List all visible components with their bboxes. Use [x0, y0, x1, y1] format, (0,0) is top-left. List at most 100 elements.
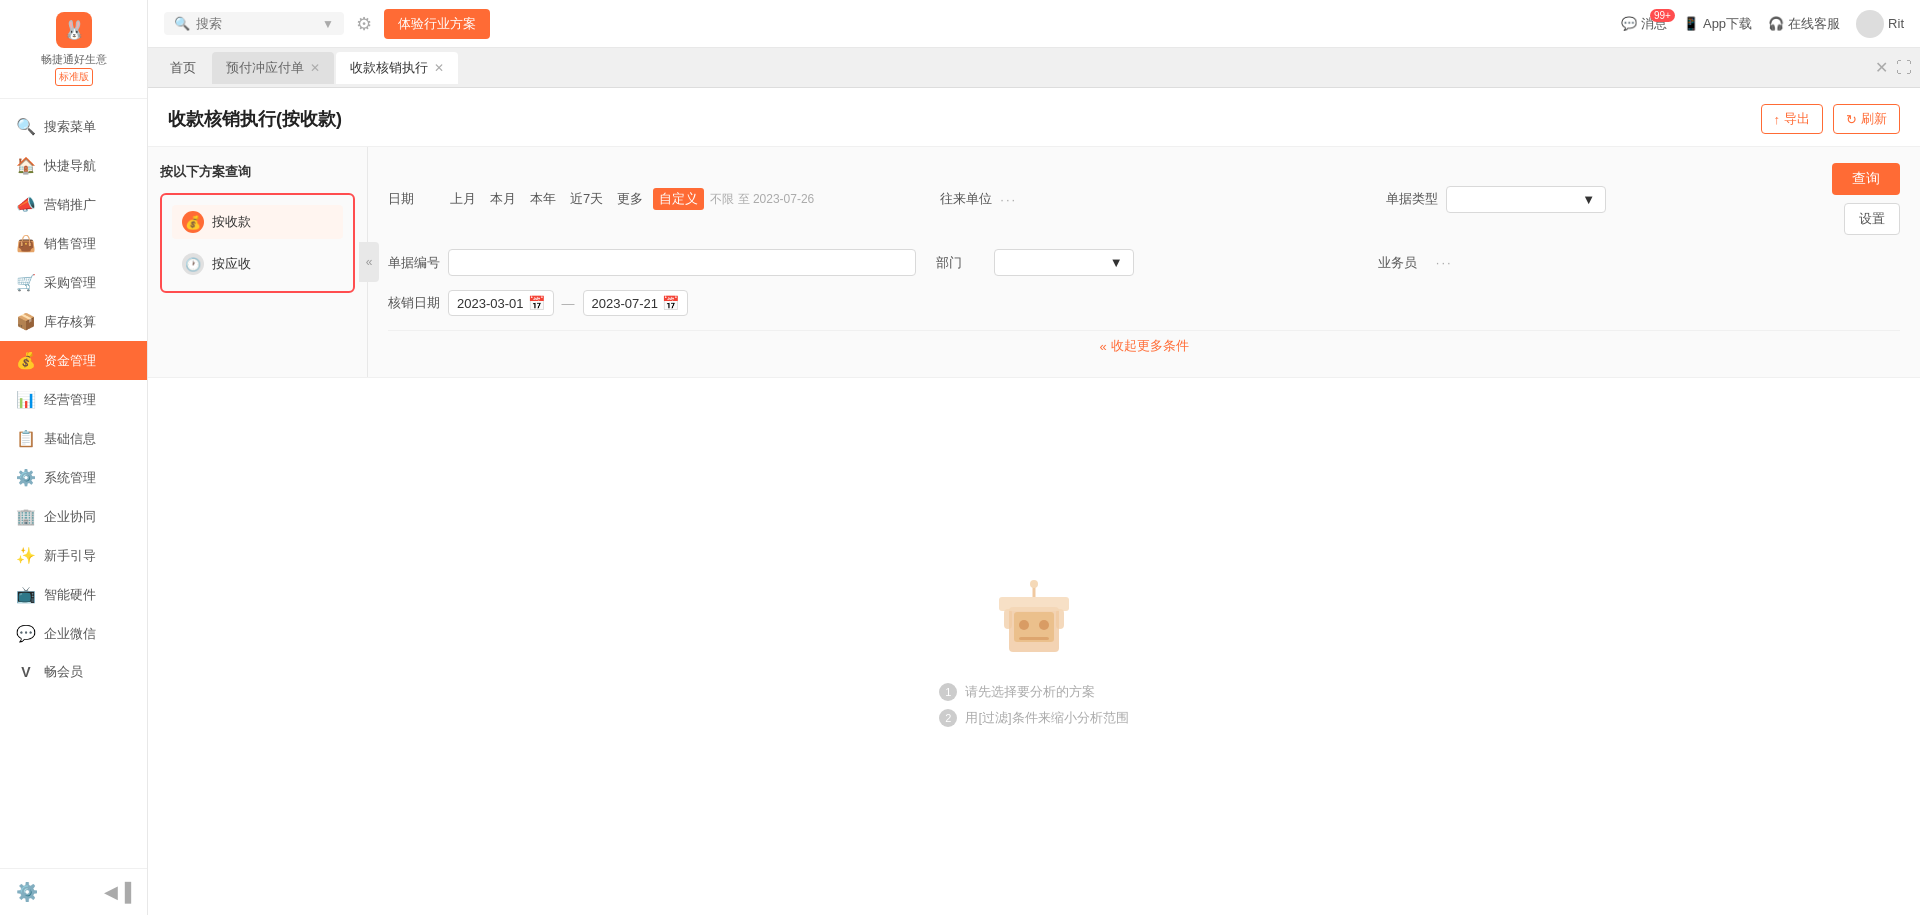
sidebar-nav: 🔍 搜索菜单 🏠 快捷导航 📣 营销推广 👜 销售管理 🛒 采购管理 📦 库存核…	[0, 99, 147, 868]
sidebar-item-guide[interactable]: ✨ 新手引导	[0, 536, 147, 575]
sidebar-item-wechat[interactable]: 💬 企业微信	[0, 614, 147, 653]
date-shortcuts: 上月 本月 本年 近7天 更多 自定义 不限 至 2023-07-26	[446, 188, 814, 210]
sidebar-item-label: 库存核算	[44, 313, 96, 331]
close-tab-btn[interactable]: ✕	[1875, 58, 1888, 77]
calendar-end-icon: 📅	[662, 295, 679, 311]
tip-num-1: 1	[939, 683, 957, 701]
collapse-sidebar-icon[interactable]: ◀▐	[104, 881, 131, 903]
sidebar-item-hardware[interactable]: 📺 智能硬件	[0, 575, 147, 614]
filter-options: 💰 按收款 🕐 按应收	[160, 193, 355, 293]
sidebar-item-label: 搜索菜单	[44, 118, 96, 136]
sidebar-item-finance[interactable]: 💰 资金管理	[0, 341, 147, 380]
sidebar-item-quick-nav[interactable]: 🏠 快捷导航	[0, 146, 147, 185]
tab-prepay[interactable]: 预付冲应付单 ✕	[212, 52, 334, 84]
collapse-more-btn[interactable]: « 收起更多条件	[388, 330, 1900, 361]
message-badge: 99+	[1650, 9, 1675, 22]
date-no-limit: 不限 至 2023-07-26	[710, 191, 814, 208]
sidebar-item-system[interactable]: ⚙️ 系统管理	[0, 458, 147, 497]
tip-text-2: 用[过滤]条件来缩小分析范围	[965, 709, 1128, 727]
logo-badge: 标准版	[55, 68, 93, 86]
doc-no-field: 单据编号	[388, 249, 916, 276]
receipt-icon: 💰	[182, 211, 204, 233]
tab-receipt-verify[interactable]: 收款核销执行 ✕	[336, 52, 458, 84]
verify-date-start-input[interactable]: 2023-03-01 📅	[448, 290, 554, 316]
date-separator: —	[562, 296, 575, 311]
sidebar-item-sales[interactable]: 👜 销售管理	[0, 224, 147, 263]
logo-text: 畅捷通好生意	[41, 52, 107, 66]
main-area: 🔍 ▼ ⚙ 体验行业方案 💬 消息 99+ 📱 App下载 🎧 在线客服 R	[148, 0, 1920, 915]
export-button[interactable]: ↑ 导出	[1761, 104, 1824, 134]
refresh-button[interactable]: ↻ 刷新	[1833, 104, 1900, 134]
chevron-up-icon: «	[1099, 339, 1106, 354]
sidebar-item-operations[interactable]: 📊 经营管理	[0, 380, 147, 419]
empty-tip-2: 2 用[过滤]条件来缩小分析范围	[939, 709, 1128, 727]
date-7days[interactable]: 近7天	[566, 188, 607, 210]
gear-icon[interactable]: ⚙	[356, 13, 372, 35]
svg-rect-6	[1056, 609, 1064, 629]
tab-prepay-label: 预付冲应付单	[226, 59, 304, 77]
empty-icon	[984, 567, 1084, 667]
receivable-icon: 🕐	[182, 253, 204, 275]
sales-icon: 👜	[16, 234, 36, 253]
query-button[interactable]: 查询	[1832, 163, 1900, 195]
filter-by-receivable[interactable]: 🕐 按应收	[172, 247, 343, 281]
sidebar-item-marketing[interactable]: 📣 营销推广	[0, 185, 147, 224]
dept-chevron-icon: ▼	[1110, 255, 1123, 270]
settings-bottom-icon[interactable]: ⚙️	[16, 881, 38, 903]
search-wrap[interactable]: 🔍 ▼	[164, 12, 344, 35]
svg-point-2	[1019, 620, 1029, 630]
app-download-btn[interactable]: 📱 App下载	[1683, 15, 1752, 33]
collapse-filter-btn[interactable]: «	[359, 242, 379, 282]
user-avatar-area[interactable]: Rit	[1856, 10, 1904, 38]
search-input[interactable]	[196, 16, 316, 31]
filter-row-3: 核销日期 2023-03-01 📅 — 2023-07-21 📅	[388, 290, 1900, 316]
dept-field: 部门 ▼	[936, 249, 1358, 276]
service-btn[interactable]: 🎧 在线客服	[1768, 15, 1840, 33]
sidebar-item-enterprise[interactable]: 🏢 企业协同	[0, 497, 147, 536]
settings-button[interactable]: 设置	[1844, 203, 1900, 235]
sidebar-item-member[interactable]: V 畅会员	[0, 653, 147, 691]
refresh-icon: ↻	[1846, 112, 1857, 127]
solution-btn[interactable]: 体验行业方案	[384, 9, 490, 39]
chevron-down-icon: ▼	[1582, 192, 1595, 207]
doc-type-field: 单据类型 ▼	[1386, 186, 1812, 213]
dept-select[interactable]: ▼	[994, 249, 1134, 276]
sidebar-item-label: 经营管理	[44, 391, 96, 409]
sidebar-item-search[interactable]: 🔍 搜索菜单	[0, 107, 147, 146]
verify-date-end-input[interactable]: 2023-07-21 📅	[583, 290, 689, 316]
date-more[interactable]: 更多	[613, 188, 647, 210]
tab-receipt-close[interactable]: ✕	[434, 61, 444, 75]
sidebar-item-label: 销售管理	[44, 235, 96, 253]
date-custom[interactable]: 自定义	[653, 188, 704, 210]
filter-row-2: 单据编号 部门 ▼ 业务员 ···	[388, 249, 1900, 276]
tab-home[interactable]: 首页	[156, 52, 210, 84]
service-icon: 🎧	[1768, 16, 1784, 31]
svg-point-9	[1030, 580, 1038, 588]
date-this-year[interactable]: 本年	[526, 188, 560, 210]
sidebar-item-label: 基础信息	[44, 430, 96, 448]
tip-text-1: 请先选择要分析的方案	[965, 683, 1095, 701]
tab-prepay-close[interactable]: ✕	[310, 61, 320, 75]
service-label: 在线客服	[1788, 15, 1840, 33]
hardware-icon: 📺	[16, 585, 36, 604]
date-this-month[interactable]: 本月	[486, 188, 520, 210]
page-content: 收款核销执行(按收款) ↑ 导出 ↻ 刷新 按以下方案查询 💰	[148, 88, 1920, 915]
wechat-icon: 💬	[16, 624, 36, 643]
sidebar-item-purchase[interactable]: 🛒 采购管理	[0, 263, 147, 302]
expand-tab-btn[interactable]: ⛶	[1896, 59, 1912, 77]
filter-row-1: 日期 上月 本月 本年 近7天 更多 自定义 不限 至 2023-07-26 往…	[388, 163, 1900, 235]
username: Rit	[1888, 16, 1904, 31]
doc-type-select[interactable]: ▼	[1446, 186, 1606, 213]
verify-date-start-val: 2023-03-01	[457, 296, 524, 311]
verify-date-range: 2023-03-01 📅 — 2023-07-21 📅	[448, 290, 688, 316]
filter-by-receipt[interactable]: 💰 按收款	[172, 205, 343, 239]
message-btn[interactable]: 💬 消息 99+	[1621, 15, 1667, 33]
sidebar-item-basic[interactable]: 📋 基础信息	[0, 419, 147, 458]
date-label: 日期	[388, 190, 438, 208]
tab-receipt-label: 收款核销执行	[350, 59, 428, 77]
date-last-month[interactable]: 上月	[446, 188, 480, 210]
sidebar-item-inventory[interactable]: 📦 库存核算	[0, 302, 147, 341]
sidebar-item-label: 新手引导	[44, 547, 96, 565]
doc-no-input[interactable]	[448, 249, 916, 276]
search-nav-icon: 🔍	[16, 117, 36, 136]
